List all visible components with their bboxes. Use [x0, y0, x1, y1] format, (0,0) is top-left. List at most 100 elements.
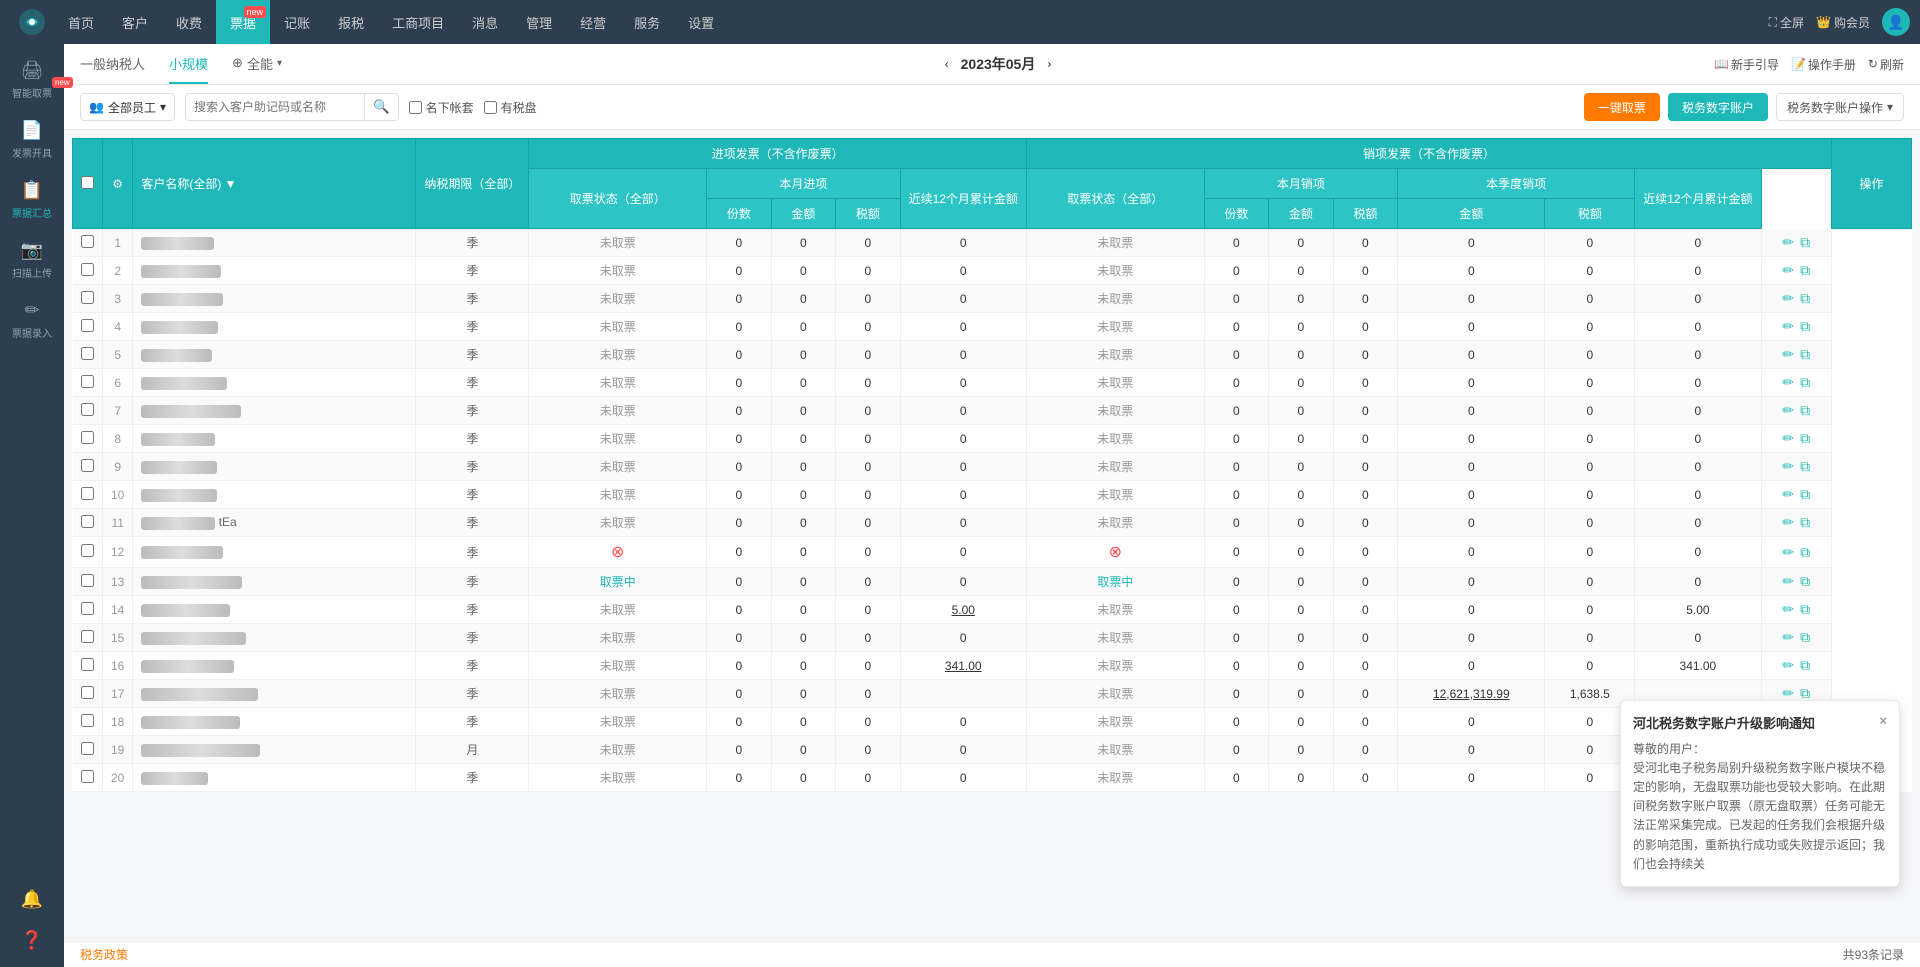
nav-service[interactable]: 服务: [620, 0, 674, 44]
sub-nav-all[interactable]: ⊕ 全能 ▾: [232, 44, 282, 84]
col-out-status[interactable]: 取票状态（全部）: [1026, 169, 1204, 229]
nav-settings[interactable]: 设置: [674, 0, 728, 44]
quick-ticket-btn[interactable]: 一键取票: [1584, 93, 1660, 121]
select-all-checkbox[interactable]: [81, 176, 94, 189]
nav-invoice[interactable]: 票据 new: [216, 0, 270, 44]
notification-close-btn[interactable]: ×: [1879, 713, 1887, 732]
customer-name[interactable]: [133, 537, 416, 568]
customer-name[interactable]: [133, 481, 416, 509]
copy-icon[interactable]: ⧉: [1800, 290, 1810, 307]
sidebar-item-entry[interactable]: ✏ 票据录入: [2, 292, 62, 348]
digital-account-btn[interactable]: 税务数字账户: [1668, 93, 1768, 121]
customer-name[interactable]: [133, 257, 416, 285]
checkbox-taxdisk[interactable]: 有税盘: [484, 99, 537, 116]
customer-name[interactable]: [133, 453, 416, 481]
copy-icon[interactable]: ⧉: [1800, 657, 1810, 674]
nav-tax[interactable]: 报税: [324, 0, 378, 44]
copy-icon[interactable]: ⧉: [1800, 430, 1810, 447]
copy-icon[interactable]: ⧉: [1800, 544, 1810, 561]
edit-icon[interactable]: ✏: [1782, 544, 1794, 561]
copy-icon[interactable]: ⧉: [1800, 601, 1810, 618]
copy-icon[interactable]: ⧉: [1800, 629, 1810, 646]
customer-name[interactable]: [133, 764, 416, 792]
fullscreen-btn[interactable]: ⛶ 全屏: [1769, 14, 1804, 31]
nav-business2[interactable]: 经营: [566, 0, 620, 44]
copy-icon[interactable]: ⧉: [1800, 402, 1810, 419]
edit-icon[interactable]: ✏: [1782, 262, 1794, 279]
nav-business[interactable]: 工商项目: [378, 0, 458, 44]
sidebar-item-scan[interactable]: 📷 扫描上传: [2, 232, 62, 288]
customer-name[interactable]: [133, 736, 416, 764]
user-avatar[interactable]: 👤: [1882, 8, 1910, 36]
edit-icon[interactable]: ✏: [1782, 402, 1794, 419]
app-logo[interactable]: [10, 0, 54, 44]
customer-name[interactable]: [133, 229, 416, 257]
employee-select[interactable]: 👥 全部员工 ▾: [80, 93, 175, 121]
copy-icon[interactable]: ⧉: [1800, 374, 1810, 391]
customer-name[interactable]: [133, 425, 416, 453]
search-input[interactable]: [185, 93, 365, 121]
edit-icon[interactable]: ✏: [1782, 346, 1794, 363]
nav-customer[interactable]: 客户: [108, 0, 162, 44]
nav-fee[interactable]: 收费: [162, 0, 216, 44]
sub-nav-small[interactable]: 小规模: [169, 44, 208, 84]
taxdisk-checkbox[interactable]: [484, 101, 497, 114]
customer-name[interactable]: [133, 369, 416, 397]
period-next-btn[interactable]: ›: [1047, 57, 1051, 71]
copy-icon[interactable]: ⧉: [1800, 318, 1810, 335]
customer-name[interactable]: [133, 568, 416, 596]
sidebar-item-notification[interactable]: 🔔: [2, 881, 62, 918]
digital-ops-btn[interactable]: 税务数字账户操作 ▾: [1776, 93, 1904, 121]
customer-name[interactable]: [133, 285, 416, 313]
sub-nav-general[interactable]: 一般纳税人: [80, 44, 145, 84]
checkbox-subaccount[interactable]: 名下帐套: [409, 99, 474, 116]
customer-name[interactable]: [133, 596, 416, 624]
edit-icon[interactable]: ✏: [1782, 629, 1794, 646]
edit-icon[interactable]: ✏: [1782, 290, 1794, 307]
edit-icon[interactable]: ✏: [1782, 318, 1794, 335]
member-btn[interactable]: 👑 购会员: [1816, 14, 1870, 31]
col-in-status[interactable]: 取票状态（全部）: [529, 169, 707, 229]
edit-icon[interactable]: ✏: [1782, 374, 1794, 391]
nav-home[interactable]: 首页: [54, 0, 108, 44]
customer-name[interactable]: [133, 652, 416, 680]
sidebar-item-invoice-summary[interactable]: 📋 票据汇总: [2, 172, 62, 228]
copy-icon[interactable]: ⧉: [1800, 573, 1810, 590]
nav-message[interactable]: 消息: [458, 0, 512, 44]
edit-icon[interactable]: ✏: [1782, 234, 1794, 251]
search-button[interactable]: 🔍: [365, 93, 399, 121]
edit-icon[interactable]: ✏: [1782, 514, 1794, 531]
period-prev-btn[interactable]: ‹: [945, 57, 949, 71]
copy-icon[interactable]: ⧉: [1800, 514, 1810, 531]
sidebar-item-smart-ticket[interactable]: 🖨 智能取票 new: [2, 52, 62, 108]
edit-icon[interactable]: ✏: [1782, 657, 1794, 674]
subaccount-checkbox[interactable]: [409, 101, 422, 114]
edit-icon[interactable]: ✏: [1782, 458, 1794, 475]
manual-btn[interactable]: 📝 操作手册: [1791, 56, 1856, 73]
copy-icon[interactable]: ⧉: [1800, 346, 1810, 363]
copy-icon[interactable]: ⧉: [1800, 262, 1810, 279]
col-tax-period[interactable]: 纳税期限（全部）: [416, 139, 529, 229]
copy-icon[interactable]: ⧉: [1800, 458, 1810, 475]
sidebar-item-help[interactable]: ❓: [2, 922, 62, 959]
customer-name[interactable]: [133, 624, 416, 652]
customer-name[interactable]: [133, 397, 416, 425]
edit-icon[interactable]: ✏: [1782, 573, 1794, 590]
customer-name[interactable]: [133, 341, 416, 369]
customer-name[interactable]: [133, 708, 416, 736]
edit-icon[interactable]: ✏: [1782, 430, 1794, 447]
nav-manage[interactable]: 管理: [512, 0, 566, 44]
edit-icon[interactable]: ✏: [1782, 486, 1794, 503]
customer-name[interactable]: [133, 680, 416, 708]
edit-icon[interactable]: ✏: [1782, 601, 1794, 618]
tax-policy-link[interactable]: 税务政策: [80, 946, 128, 963]
refresh-btn[interactable]: ↻ 刷新: [1868, 56, 1904, 73]
copy-icon[interactable]: ⧉: [1800, 486, 1810, 503]
new-guide-btn[interactable]: 📖 新手引导: [1714, 56, 1779, 73]
customer-name[interactable]: tEa: [133, 509, 416, 537]
customer-name[interactable]: [133, 313, 416, 341]
sidebar-item-invoice-open[interactable]: 📄 发票开具: [2, 112, 62, 168]
copy-icon[interactable]: ⧉: [1800, 234, 1810, 251]
col-customer[interactable]: 客户名称(全部) ▼: [133, 139, 416, 229]
nav-accounting[interactable]: 记账: [270, 0, 324, 44]
